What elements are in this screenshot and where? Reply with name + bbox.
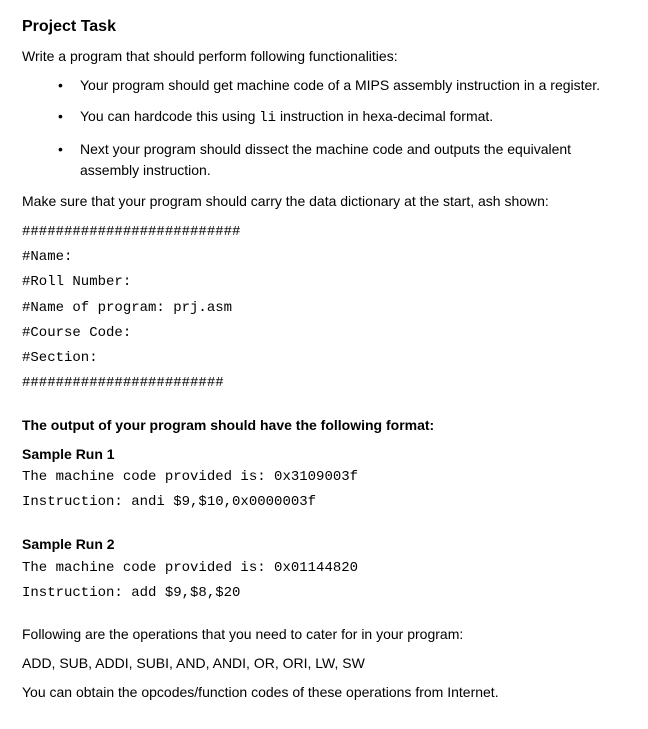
bullet2-code: li (259, 110, 276, 126)
bullet2-post: instruction in hexa-decimal format. (276, 108, 493, 124)
data-dictionary-block: ########################## #Name: #Roll … (22, 220, 626, 396)
bullet-item-2: You can hardcode this using li instructi… (64, 106, 626, 129)
bullet2-pre: You can hardcode this using (80, 108, 259, 124)
dict-sep-bot: ######################## (22, 371, 626, 396)
project-task-title: Project Task (22, 18, 626, 36)
operations-intro: Following are the operations that you ne… (22, 624, 626, 645)
sample1-line1: The machine code provided is: 0x3109003f (22, 465, 626, 490)
sample1-line2: Instruction: andi $9,$10,0x0000003f (22, 490, 626, 515)
data-dictionary-intro: Make sure that your program should carry… (22, 191, 626, 212)
intro-text: Write a program that should perform foll… (22, 46, 626, 67)
operations-list: ADD, SUB, ADDI, SUBI, AND, ANDI, OR, ORI… (22, 653, 626, 674)
bullet-item-3: Next your program should dissect the mac… (64, 139, 626, 181)
dict-sep-top: ########################## (22, 220, 626, 245)
dict-roll: #Roll Number: (22, 270, 626, 295)
functionality-list: Your program should get machine code of … (22, 75, 626, 181)
bullet-item-1: Your program should get machine code of … (64, 75, 626, 96)
sample2-line2: Instruction: add $9,$8,$20 (22, 581, 626, 606)
sample2-line1: The machine code provided is: 0x01144820 (22, 556, 626, 581)
dict-section: #Section: (22, 346, 626, 371)
dict-progname: #Name of program: prj.asm (22, 296, 626, 321)
dict-name: #Name: (22, 245, 626, 270)
output-format-heading: The output of your program should have t… (22, 414, 626, 436)
dict-course: #Course Code: (22, 321, 626, 346)
sample-run-2-heading: Sample Run 2 (22, 533, 626, 555)
sample-run-1-heading: Sample Run 1 (22, 443, 626, 465)
operations-note: You can obtain the opcodes/function code… (22, 682, 626, 703)
